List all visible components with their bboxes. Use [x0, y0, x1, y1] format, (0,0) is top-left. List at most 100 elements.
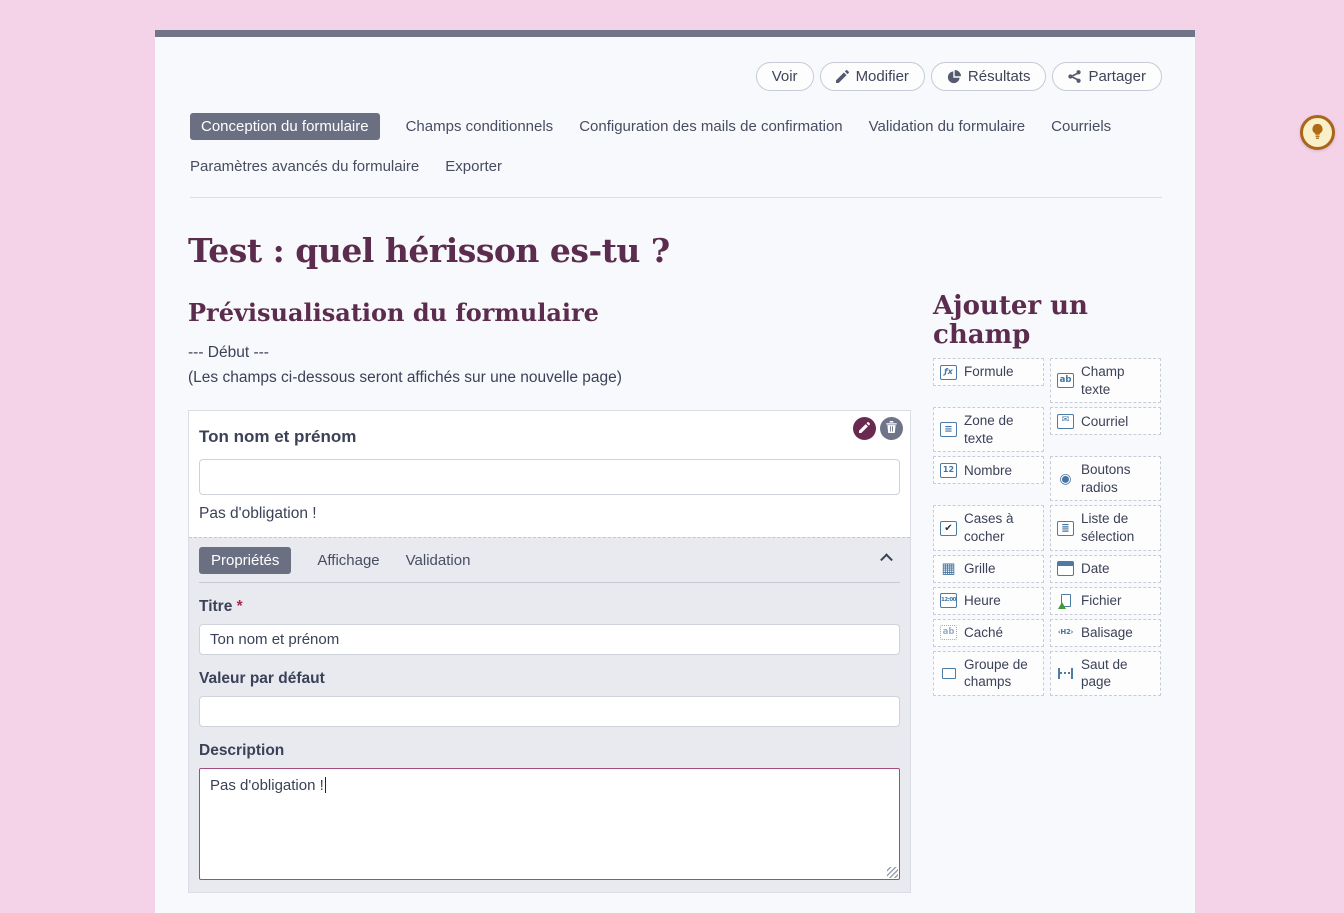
textarea-icon: ≡ [940, 422, 957, 437]
field-label: Ton nom et prénom [199, 427, 900, 447]
add-saut-de-page-button[interactable]: Saut de page [1050, 651, 1161, 696]
tab-courriels[interactable]: Courriels [1051, 113, 1111, 140]
field-type-label: Heure [964, 592, 1001, 610]
field-type-label: Caché [964, 624, 1003, 642]
field-type-label: Nombre [964, 462, 1012, 480]
formula-icon: ƒx [940, 365, 957, 380]
tab-configuration-mails[interactable]: Configuration des mails de confirmation [579, 113, 842, 140]
description-textarea[interactable]: Pas d'obligation ! [199, 768, 900, 880]
required-mark: * [237, 598, 243, 615]
titre-label-text: Titre [199, 598, 232, 615]
results-button[interactable]: Résultats [931, 62, 1047, 91]
tab-validation-du-formulaire[interactable]: Validation du formulaire [869, 113, 1025, 140]
description-label: Description [199, 742, 900, 760]
add-formule-button[interactable]: ƒx Formule [933, 358, 1044, 386]
textfield-icon: ab [1057, 373, 1074, 388]
add-fichier-button[interactable]: Fichier [1050, 587, 1161, 615]
add-cases-a-cocher-button[interactable]: ✔ Cases à cocher [933, 505, 1044, 550]
help-button[interactable] [1300, 115, 1335, 150]
tabs-row-1: Conception du formulaire Champs conditio… [190, 113, 1162, 140]
field-description: Pas d'obligation ! [199, 505, 900, 523]
grid-icon: ▦ [940, 561, 957, 576]
file-upload-icon [1057, 593, 1074, 608]
tab-champs-conditionnels[interactable]: Champs conditionnels [406, 113, 554, 140]
tab-proprietes[interactable]: Propriétés [199, 547, 291, 574]
pagebreak-marker: --- Début --- [188, 344, 911, 362]
clock-icon: 12:00 [940, 593, 957, 608]
titre-input[interactable] [199, 624, 900, 655]
field-type-label: Cases à cocher [964, 510, 1037, 545]
field-type-label: Date [1081, 560, 1110, 578]
titre-label: Titre * [199, 598, 900, 616]
text-cursor [325, 777, 326, 793]
add-grille-button[interactable]: ▦ Grille [933, 555, 1044, 583]
checkbox-icon: ✔ [940, 521, 957, 536]
add-boutons-radios-button[interactable]: ◉ Boutons radios [1050, 456, 1161, 501]
tab-exporter[interactable]: Exporter [445, 153, 502, 180]
editor-tabs-divider [199, 582, 900, 583]
delete-field-button[interactable] [880, 417, 903, 440]
tab-parametres-avances[interactable]: Paramètres avancés du formulaire [190, 153, 419, 180]
field-editor-panel: Propriétés Affichage Validation Titre * … [189, 537, 910, 892]
field-card-nom-prenom: Ton nom et prénom Pas d'obligation ! Pro… [188, 410, 911, 893]
lightbulb-icon [1309, 123, 1326, 143]
editor-tabs: Propriétés Affichage Validation [199, 547, 900, 574]
add-groupe-de-champs-button[interactable]: Groupe de champs [933, 651, 1044, 696]
tabs-row-2: Paramètres avancés du formulaire Exporte… [190, 153, 1162, 180]
field-type-label: Balisage [1081, 624, 1133, 642]
add-courriel-button[interactable]: ✉ Courriel [1050, 407, 1161, 435]
add-field-sidebar: Ajouter un champ ƒx Formule ab Champ tex… [933, 282, 1161, 913]
trash-icon [886, 421, 897, 436]
view-button[interactable]: Voir [756, 62, 814, 91]
share-button[interactable]: Partager [1052, 62, 1162, 91]
form-admin-tabs: Conception du formulaire Champs conditio… [188, 113, 1162, 198]
edit-button[interactable]: Modifier [820, 62, 925, 91]
page-break-icon [1057, 666, 1074, 681]
field-type-label: Champ texte [1081, 363, 1154, 398]
field-card-tools [853, 417, 903, 440]
add-heure-button[interactable]: 12:00 Heure [933, 587, 1044, 615]
add-liste-de-selection-button[interactable]: ≣ Liste de sélection [1050, 505, 1161, 550]
add-cache-button[interactable]: ab Caché [933, 619, 1044, 647]
add-field-heading: Ajouter un champ [933, 292, 1093, 349]
tab-conception-du-formulaire[interactable]: Conception du formulaire [190, 113, 380, 140]
share-icon [1068, 70, 1081, 83]
form-preview-column: Prévisualisation du formulaire --- Début… [188, 282, 911, 913]
field-type-label: Zone de texte [964, 412, 1037, 447]
add-zone-de-texte-button[interactable]: ≡ Zone de texte [933, 407, 1044, 452]
field-type-grid: ƒx Formule ab Champ texte ≡ Zone de text… [933, 358, 1161, 695]
calendar-icon [1057, 561, 1074, 576]
radio-icon: ◉ [1057, 471, 1074, 486]
edit-field-button[interactable] [853, 417, 876, 440]
page-shell: Voir Modifier Résultats Partager Concept… [155, 30, 1195, 913]
fieldset-icon [940, 666, 957, 681]
preview-heading: Prévisualisation du formulaire [188, 298, 911, 327]
select-list-icon: ≣ [1057, 521, 1074, 536]
actions-row: Voir Modifier Résultats Partager [188, 62, 1162, 91]
page-title: Test : quel hérisson es-tu ? [188, 231, 1162, 270]
add-champ-texte-button[interactable]: ab Champ texte [1050, 358, 1161, 403]
add-balisage-button[interactable]: ‹H2› Balisage [1050, 619, 1161, 647]
view-button-label: Voir [772, 68, 798, 85]
description-textarea-value: Pas d'obligation ! [210, 777, 324, 794]
share-button-label: Partager [1088, 68, 1146, 85]
content-columns: Prévisualisation du formulaire --- Début… [188, 282, 1162, 913]
field-type-label: Courriel [1081, 413, 1128, 431]
field-preview: Ton nom et prénom Pas d'obligation ! [189, 411, 910, 537]
add-nombre-button[interactable]: 12 Nombre [933, 456, 1044, 484]
field-value-input[interactable] [199, 459, 900, 495]
valeur-par-defaut-input[interactable] [199, 696, 900, 727]
add-date-button[interactable]: Date [1050, 555, 1161, 583]
resize-handle-icon[interactable] [887, 867, 898, 878]
markup-icon: ‹H2› [1057, 625, 1074, 640]
field-type-label: Fichier [1081, 592, 1122, 610]
field-type-label: Saut de page [1081, 656, 1154, 691]
field-type-label: Formule [964, 363, 1014, 381]
field-type-label: Boutons radios [1081, 461, 1154, 496]
tab-validation[interactable]: Validation [406, 547, 471, 574]
pie-chart-icon [947, 70, 961, 84]
chevron-up-icon[interactable] [882, 551, 898, 565]
tab-affichage[interactable]: Affichage [317, 547, 379, 574]
hidden-field-icon: ab [940, 625, 957, 640]
pagebreak-note: (Les champs ci-dessous seront affichés s… [188, 369, 911, 387]
